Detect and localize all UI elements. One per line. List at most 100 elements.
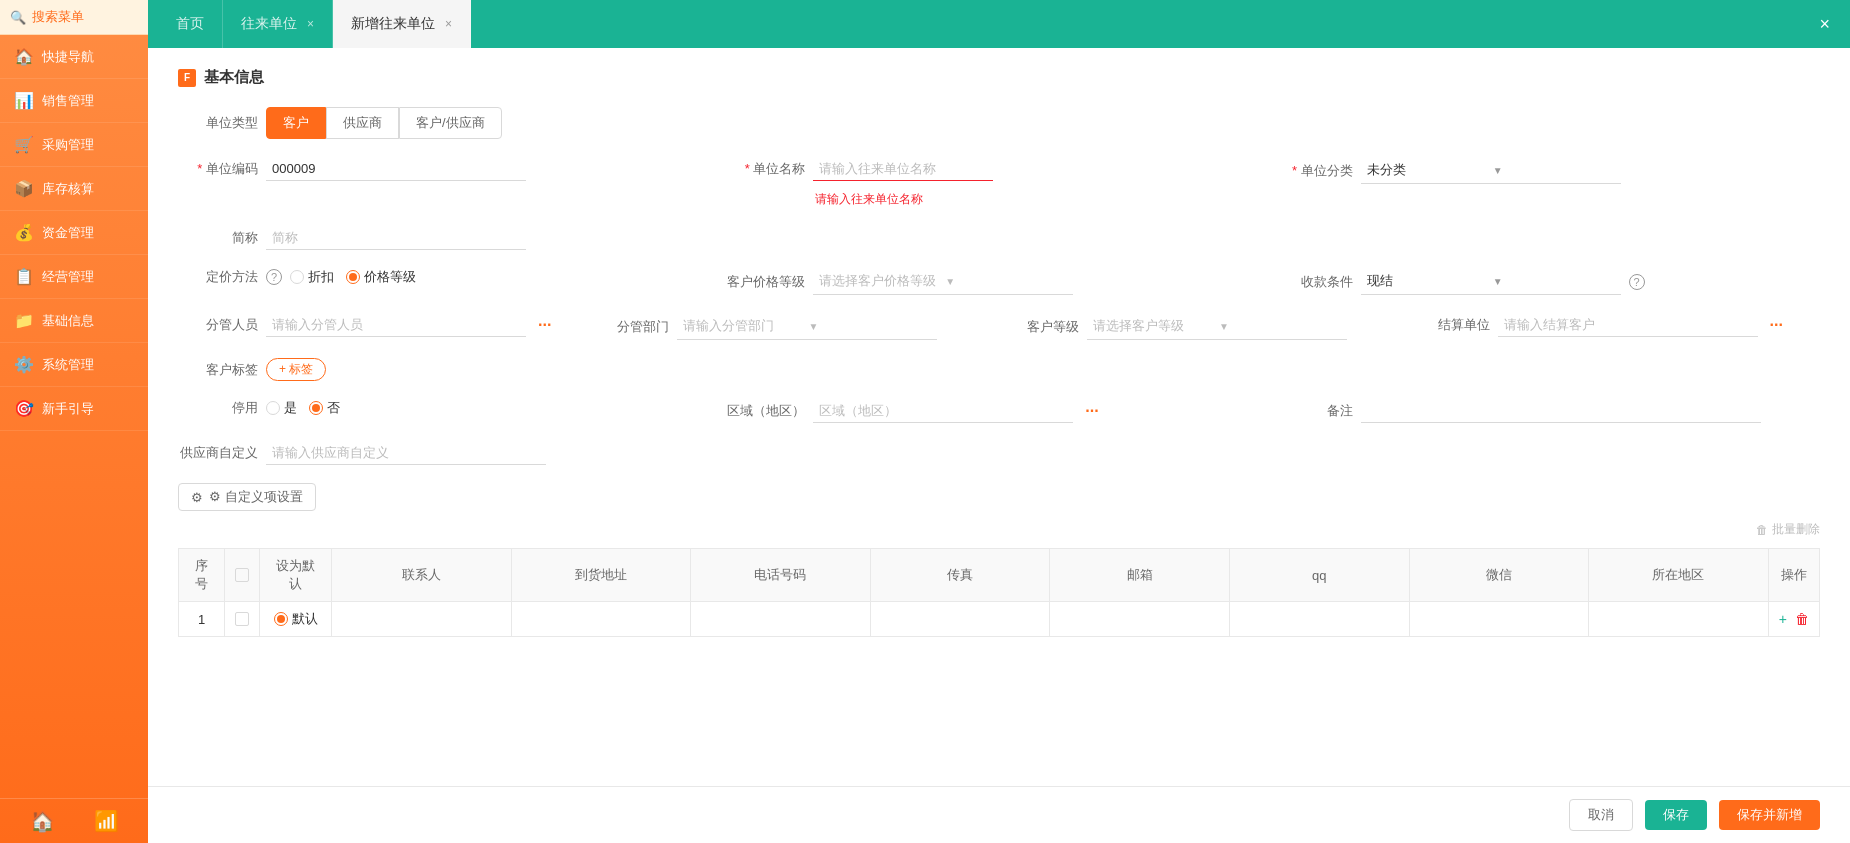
settlement-input[interactable] [1498, 313, 1758, 337]
unit-name-input[interactable] [813, 157, 993, 181]
cancel-button[interactable]: 取消 [1569, 799, 1633, 831]
chevron-down-icon5: ▼ [1219, 321, 1341, 332]
tab-new-partner-close[interactable]: × [445, 17, 452, 31]
payment-help-icon[interactable]: ? [1629, 274, 1645, 290]
chevron-down-icon: ▼ [1493, 165, 1615, 176]
delete-icon: 🗑 [1756, 523, 1768, 537]
tag-row: 客户标签 + 标签 [178, 358, 1820, 381]
fax-input[interactable] [881, 612, 1040, 627]
supplier-custom-row: 供应商自定义 [178, 441, 1820, 465]
section-icon: F [178, 69, 196, 87]
unit-code-field: 单位编码 [178, 157, 725, 181]
tab-partners[interactable]: 往来单位 × [223, 0, 333, 48]
home-icon: 🏠 [14, 47, 34, 66]
region-table-input[interactable] [1599, 612, 1758, 627]
cell-address[interactable] [511, 602, 691, 637]
qq-input[interactable] [1240, 612, 1399, 627]
remark-field: 备注 [1273, 399, 1820, 423]
sidebar-item-sales[interactable]: 📊 销售管理 [0, 79, 148, 123]
sidebar-expand-btn[interactable]: 📶 [94, 809, 119, 833]
default-radio[interactable]: 默认 [270, 610, 321, 628]
phone-input[interactable] [701, 612, 860, 627]
sidebar: 🔍 搜索菜单 🏠 快捷导航 📊 销售管理 🛒 采购管理 📦 库存核算 💰 资金管… [0, 0, 148, 843]
supplier-custom-input[interactable] [266, 441, 546, 465]
cell-fax[interactable] [870, 602, 1050, 637]
cell-wechat[interactable] [1409, 602, 1589, 637]
disabled-label: 停用 [178, 399, 258, 417]
remark-input[interactable] [1361, 399, 1761, 423]
unit-code-input[interactable] [266, 157, 526, 181]
manager-dots-btn[interactable]: ··· [534, 316, 555, 334]
tab-partners-close[interactable]: × [307, 17, 314, 31]
batch-delete-btn[interactable]: 🗑 批量删除 [178, 521, 1820, 538]
col-address: 到货地址 [511, 549, 691, 602]
address-input[interactable] [522, 612, 681, 627]
payment-terms-select[interactable]: 现结 ▼ [1361, 268, 1621, 295]
tag-label: 客户标签 [178, 361, 258, 379]
shortname-label: 简称 [178, 229, 258, 247]
tab-home[interactable]: 首页 [158, 0, 223, 48]
sidebar-item-guide[interactable]: 🎯 新手引导 [0, 387, 148, 431]
unit-category-select[interactable]: 未分类 ▼ [1361, 157, 1621, 184]
cell-contact[interactable] [331, 602, 511, 637]
add-row-btn[interactable]: + [1779, 611, 1787, 627]
header-checkbox[interactable] [235, 568, 249, 582]
supplier-custom-field: 供应商自定义 [178, 441, 1820, 465]
sidebar-item-finance[interactable]: 💰 资金管理 [0, 211, 148, 255]
remark-label: 备注 [1273, 402, 1353, 420]
tab-new-partner[interactable]: 新增往来单位 × [333, 0, 471, 48]
customer-level-select[interactable]: 请选择客户等级 ▼ [1087, 313, 1347, 340]
add-tag-btn[interactable]: + 标签 [266, 358, 326, 381]
wechat-input[interactable] [1420, 612, 1579, 627]
region-dots-btn[interactable]: ··· [1081, 402, 1102, 420]
window-close-btn[interactable]: × [1809, 14, 1840, 35]
cell-email[interactable] [1050, 602, 1230, 637]
email-input[interactable] [1060, 612, 1219, 627]
save-button[interactable]: 保存 [1645, 800, 1707, 830]
sidebar-item-purchase[interactable]: 🛒 采购管理 [0, 123, 148, 167]
unit-btn-both[interactable]: 客户/供应商 [399, 107, 502, 139]
department-field: 分管部门 请输入分管部门 ▼ [589, 313, 1000, 340]
custom-settings-btn[interactable]: ⚙ ⚙ 自定义项设置 [178, 483, 316, 511]
unit-type-label: 单位类型 [178, 114, 258, 132]
payment-terms-label: 收款条件 [1273, 273, 1353, 291]
delete-row-btn[interactable]: 🗑 [1795, 611, 1809, 627]
save-and-add-button[interactable]: 保存并新增 [1719, 800, 1820, 830]
region-input[interactable] [813, 399, 1073, 423]
customer-price-select[interactable]: 请选择客户价格等级 ▼ [813, 268, 1073, 295]
sidebar-item-operation[interactable]: 📋 经营管理 [0, 255, 148, 299]
pricing-radio-group: 折扣 价格等级 [290, 268, 416, 286]
cell-region[interactable] [1589, 602, 1769, 637]
cell-qq[interactable] [1229, 602, 1409, 637]
cell-phone[interactable] [691, 602, 871, 637]
chevron-down-icon2: ▼ [945, 276, 1067, 287]
sidebar-item-basic[interactable]: 📁 基础信息 [0, 299, 148, 343]
row-checkbox[interactable] [235, 612, 249, 626]
sidebar-item-quick-nav[interactable]: 🏠 快捷导航 [0, 35, 148, 79]
pricing-help-icon[interactable]: ? [266, 269, 282, 285]
sidebar-item-inventory[interactable]: 📦 库存核算 [0, 167, 148, 211]
gear-icon: ⚙ [191, 490, 203, 505]
row-actions: + 🗑 [1779, 611, 1809, 627]
contact-input[interactable] [342, 612, 501, 627]
settlement-dots-btn[interactable]: ··· [1766, 316, 1787, 334]
radio-yes[interactable]: 是 [266, 399, 297, 417]
region-label: 区域（地区） [725, 402, 805, 420]
radio-circle-discount [290, 270, 304, 284]
radio-price-level[interactable]: 价格等级 [346, 268, 416, 286]
unit-btn-supplier[interactable]: 供应商 [326, 107, 399, 139]
region-field: 区域（地区） ··· [725, 399, 1272, 423]
sidebar-search[interactable]: 🔍 搜索菜单 [0, 0, 148, 35]
basic-icon: 📁 [14, 311, 34, 330]
code-name-row: 单位编码 单位名称 请输入往来单位名称 单位分类 未分类 ▼ [178, 157, 1820, 208]
department-select[interactable]: 请输入分管部门 ▼ [677, 313, 937, 340]
shortname-input[interactable] [266, 226, 526, 250]
default-radio-circle [274, 612, 288, 626]
unit-btn-customer[interactable]: 客户 [266, 107, 326, 139]
radio-discount[interactable]: 折扣 [290, 268, 334, 286]
radio-no[interactable]: 否 [309, 399, 340, 417]
sidebar-home-btn[interactable]: 🏠 [30, 809, 55, 833]
sidebar-item-system[interactable]: ⚙️ 系统管理 [0, 343, 148, 387]
settlement-field: 结算单位 ··· [1410, 313, 1821, 337]
manager-input[interactable] [266, 313, 526, 337]
